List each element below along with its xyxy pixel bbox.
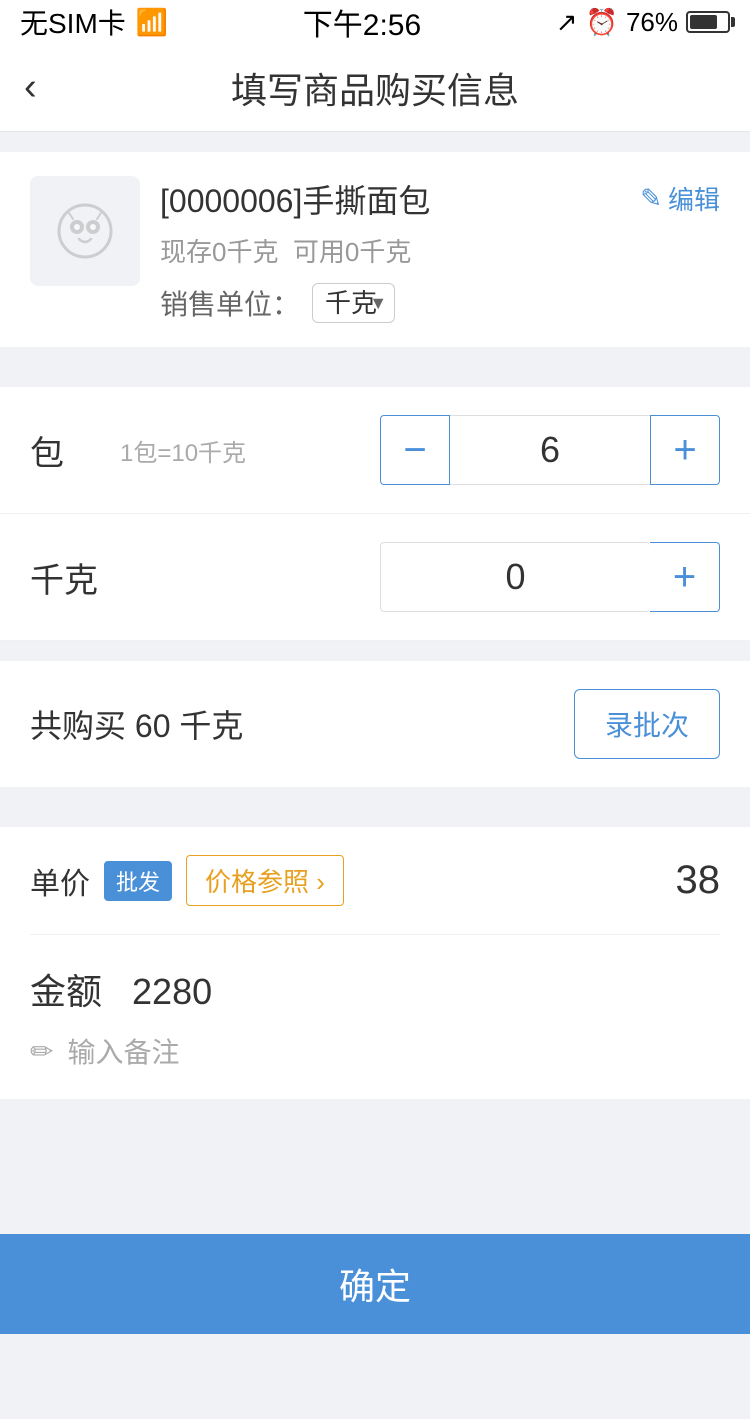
kg-row: 千克 + xyxy=(0,514,750,641)
confirm-bar[interactable]: 确定 xyxy=(0,1234,750,1334)
pack-decrease-button[interactable]: − xyxy=(380,415,450,485)
price-label: 单价 xyxy=(30,859,90,903)
pack-label: 包 xyxy=(30,426,110,475)
unit-select-wrapper[interactable]: 千克 xyxy=(312,283,395,323)
edit-button[interactable]: ✎ 编辑 xyxy=(640,180,720,217)
price-value: 38 xyxy=(676,858,721,903)
price-type-tag: 批发 xyxy=(104,861,172,901)
product-info: [0000006]手撕面包 现存0千克 可用0千克 销售单位： 千克 xyxy=(160,176,720,323)
kg-quantity-input[interactable] xyxy=(380,542,650,612)
kg-increase-button[interactable]: + xyxy=(650,542,720,612)
amount-section: 金额 2280 ✏ 输入备注 xyxy=(0,935,750,1099)
unit-label: 销售单位： xyxy=(160,283,300,323)
kg-quantity-control: + xyxy=(380,542,720,612)
wifi-icon: 📶 xyxy=(136,7,168,38)
remark-placeholder[interactable]: 输入备注 xyxy=(67,1031,179,1071)
product-name: [0000006]手撕面包 xyxy=(160,176,720,222)
summary-section: 共购买 60 千克 录批次 xyxy=(0,661,750,787)
amount-value: 2280 xyxy=(132,971,212,1012)
carrier-label: 无SIM卡 xyxy=(20,2,126,42)
confirm-button[interactable]: 确定 xyxy=(339,1258,411,1310)
divider-1 xyxy=(0,347,750,367)
battery-percent: 76% xyxy=(626,7,678,38)
pack-hint: 1包=10千克 xyxy=(120,433,380,468)
nav-bar: ‹ 填写商品购买信息 xyxy=(0,44,750,132)
price-section: 单价 批发 价格参照 › 38 xyxy=(0,827,750,935)
status-right: ↗ ⏰ 76% xyxy=(556,7,730,38)
quantity-section: 包 1包=10千克 − + 千克 + xyxy=(0,387,750,641)
pack-row: 包 1包=10千克 − + xyxy=(0,387,750,514)
unit-select[interactable]: 千克 xyxy=(312,283,395,323)
pack-increase-button[interactable]: + xyxy=(650,415,720,485)
divider-2 xyxy=(0,787,750,807)
product-stock: 现存0千克 可用0千克 xyxy=(160,232,720,269)
amount-label: 金额 xyxy=(30,971,102,1012)
pencil-icon: ✏ xyxy=(30,1035,53,1068)
product-logo-icon xyxy=(55,201,115,261)
status-bar: 无SIM卡 📶 下午2:56 ↗ ⏰ 76% xyxy=(0,0,750,44)
pack-quantity-control: − + xyxy=(380,415,720,485)
summary-text: 共购买 60 千克 xyxy=(30,701,243,747)
price-reference-button[interactable]: 价格参照 › xyxy=(186,855,344,906)
batch-button[interactable]: 录批次 xyxy=(574,689,720,759)
product-card: [0000006]手撕面包 现存0千克 可用0千克 销售单位： 千克 ✎ 编辑 xyxy=(0,152,750,347)
edit-icon: ✎ xyxy=(640,183,662,214)
page-title: 填写商品购买信息 xyxy=(231,62,519,114)
amount-row: 金额 2280 xyxy=(30,963,720,1015)
product-thumbnail xyxy=(30,176,140,286)
kg-label: 千克 xyxy=(30,553,110,602)
alarm-icon: ⏰ xyxy=(586,7,618,38)
product-unit-row: 销售单位： 千克 xyxy=(160,283,720,323)
location-icon: ↗ xyxy=(556,7,578,38)
status-time: 下午2:56 xyxy=(303,0,421,44)
remark-row[interactable]: ✏ 输入备注 xyxy=(30,1031,720,1071)
pack-quantity-input[interactable] xyxy=(450,415,650,485)
battery-icon xyxy=(686,11,730,33)
back-button[interactable]: ‹ xyxy=(24,66,37,109)
price-row: 单价 批发 价格参照 › 38 xyxy=(30,855,720,935)
status-left: 无SIM卡 📶 xyxy=(20,2,168,42)
